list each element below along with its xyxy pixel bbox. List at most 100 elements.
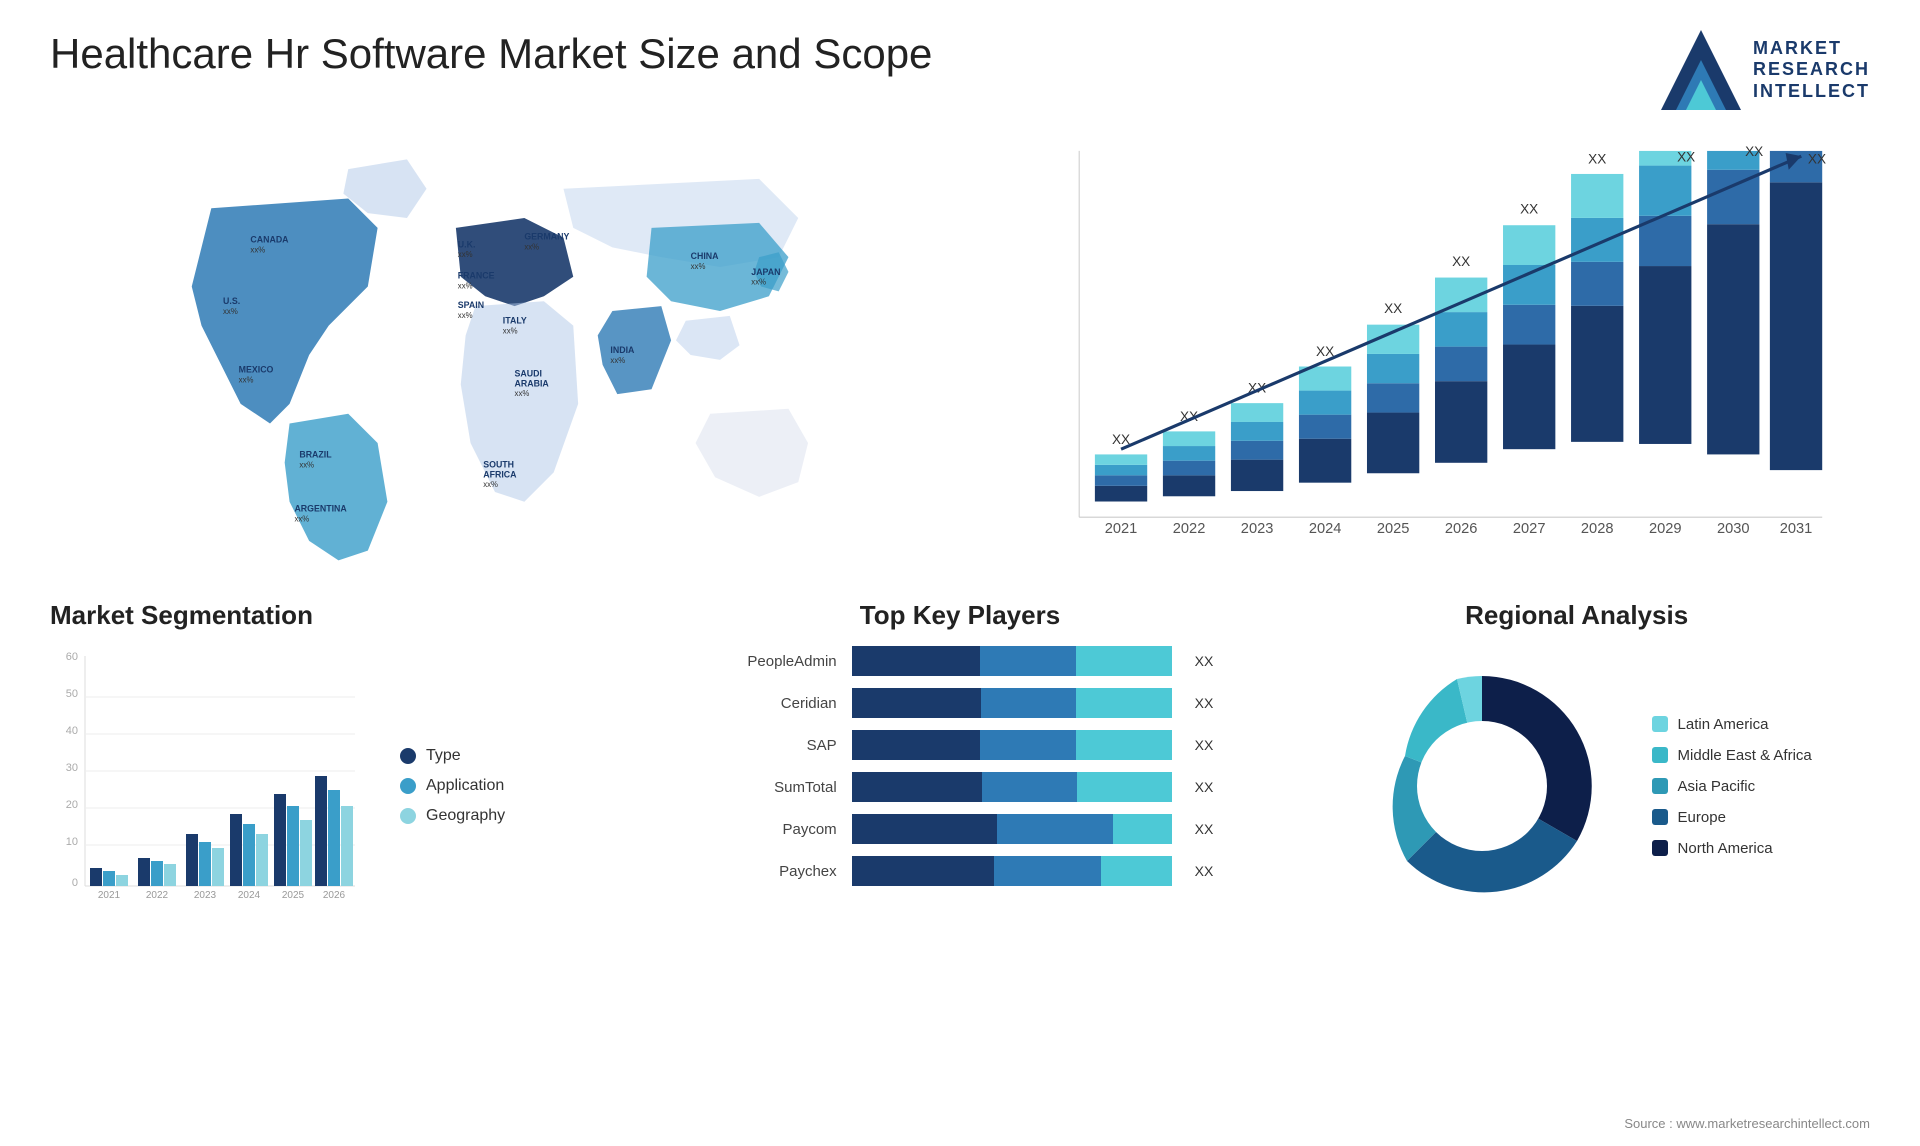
bar-label-2022: 2022 (1173, 521, 1206, 537)
player-bar-container (852, 772, 1172, 802)
player-bar-container (852, 814, 1172, 844)
svg-text:2024: 2024 (238, 890, 261, 901)
italy-label: ITALY (503, 316, 527, 326)
segmentation-title: Market Segmentation (50, 600, 637, 631)
player-bar-light (1076, 646, 1172, 676)
player-name: Paychex (707, 863, 837, 880)
svg-text:2025: 2025 (282, 890, 305, 901)
regional-label-north: North America (1678, 840, 1773, 857)
svg-text:XX: XX (1452, 254, 1470, 269)
player-name: SAP (707, 737, 837, 754)
legend-geography: Geography (400, 807, 560, 825)
svg-text:2022: 2022 (146, 890, 169, 901)
logo-area: MARKET RESEARCH INTELLECT (1661, 30, 1870, 110)
player-bar-container (852, 646, 1172, 676)
player-bar-light (1101, 856, 1172, 886)
svg-text:30: 30 (66, 762, 78, 774)
svg-text:xx%: xx% (524, 242, 539, 251)
logo-text: MARKET RESEARCH INTELLECT (1753, 38, 1870, 103)
regional-dot-north (1652, 840, 1668, 856)
svg-text:xx%: xx% (751, 278, 766, 287)
player-bar-mid (980, 646, 1076, 676)
svg-text:20: 20 (66, 799, 78, 811)
southafrica-label: SOUTH (483, 459, 514, 469)
player-row: PaycomXX (707, 814, 1214, 844)
japan-label: JAPAN (751, 267, 780, 277)
legend-application-dot (400, 778, 416, 794)
svg-text:2028: 2028 (1581, 521, 1614, 537)
svg-text:AFRICA: AFRICA (483, 469, 517, 479)
logo-line1: MARKET (1753, 38, 1870, 60)
legend-geography-label: Geography (426, 807, 505, 825)
regional-section: Regional Analysis (1283, 600, 1870, 926)
regional-europe: Europe (1652, 809, 1812, 826)
svg-text:2029: 2029 (1649, 521, 1682, 537)
svg-text:2026: 2026 (1445, 521, 1478, 537)
legend-application: Application (400, 777, 560, 795)
player-name: SumTotal (707, 779, 837, 796)
svg-text:xx%: xx% (239, 375, 254, 384)
bar-chart-section: 2021 XX 2022 XX 2023 XX (980, 130, 1870, 580)
svg-text:xx%: xx% (458, 311, 473, 320)
players-list: PeopleAdminXXCeridianXXSAPXXSumTotalXXPa… (707, 646, 1214, 886)
svg-text:XX: XX (1745, 144, 1763, 159)
donut-chart (1342, 646, 1622, 926)
svg-text:xx%: xx% (223, 307, 238, 316)
regional-dot-europe (1652, 809, 1668, 825)
player-bar-dark (852, 814, 997, 844)
spain-label: SPAIN (458, 300, 484, 310)
svg-text:xx%: xx% (503, 326, 518, 335)
map-section: CANADA xx% U.S. xx% MEXICO xx% BRAZIL xx… (50, 130, 940, 580)
key-players-title: Top Key Players (707, 600, 1214, 631)
seg-chart-area: 60 50 40 30 20 10 0 (50, 646, 637, 926)
player-bar-container (852, 856, 1172, 886)
bar-2022-seg1 (1163, 475, 1215, 496)
svg-text:2030: 2030 (1717, 521, 1750, 537)
regional-legend: Latin America Middle East & Africa Asia … (1652, 716, 1812, 857)
svg-text:xx%: xx% (515, 389, 530, 398)
saudi-label: SAUDI (515, 369, 542, 379)
player-bar-mid (997, 814, 1113, 844)
svg-text:XX: XX (1384, 301, 1402, 316)
svg-text:2025: 2025 (1377, 521, 1410, 537)
germany-label: GERMANY (524, 232, 569, 242)
donut-hole (1417, 721, 1547, 851)
bottom-row: Market Segmentation 60 50 40 30 20 10 0 (50, 600, 1870, 926)
canada-label: CANADA (250, 235, 289, 245)
player-xx-label: XX (1195, 653, 1214, 669)
regional-latin-america: Latin America (1652, 716, 1812, 733)
page: Healthcare Hr Software Market Size and S… (0, 0, 1920, 1146)
player-bar-dark (852, 730, 981, 760)
player-bar-light (1076, 688, 1171, 718)
svg-text:40: 40 (66, 725, 78, 737)
player-bar-light (1076, 730, 1172, 760)
svg-text:XX: XX (1808, 151, 1826, 166)
logo-line3: INTELLECT (1753, 81, 1870, 103)
player-bar-light (1113, 814, 1171, 844)
svg-text:2021: 2021 (98, 890, 121, 901)
player-bar-mid (981, 688, 1076, 718)
seg-bar-chart-svg: 60 50 40 30 20 10 0 (50, 646, 370, 926)
svg-text:XX: XX (1677, 149, 1695, 164)
svg-text:2026: 2026 (323, 890, 346, 901)
uk-label: U.K. (458, 239, 476, 249)
regional-label-asia: Asia Pacific (1678, 778, 1756, 795)
mexico-label: MEXICO (239, 365, 274, 375)
logo-icon (1661, 30, 1741, 110)
svg-text:xx%: xx% (458, 281, 473, 290)
player-bar-container (852, 730, 1172, 760)
svg-text:0: 0 (72, 877, 78, 889)
legend-application-label: Application (426, 777, 504, 795)
bar-2021-seg2 (1095, 475, 1147, 485)
page-title: Healthcare Hr Software Market Size and S… (50, 30, 932, 78)
svg-text:xx%: xx% (294, 514, 309, 523)
segmentation-section: Market Segmentation 60 50 40 30 20 10 0 (50, 600, 637, 926)
bar-2022-seg3 (1163, 446, 1215, 461)
player-row: PaychexXX (707, 856, 1214, 886)
regional-asia-pacific: Asia Pacific (1652, 778, 1812, 795)
svg-text:ARABIA: ARABIA (515, 378, 550, 388)
svg-text:60: 60 (66, 651, 78, 663)
regional-content: Latin America Middle East & Africa Asia … (1283, 646, 1870, 926)
player-xx-label: XX (1195, 779, 1214, 795)
regional-north-america: North America (1652, 840, 1812, 857)
